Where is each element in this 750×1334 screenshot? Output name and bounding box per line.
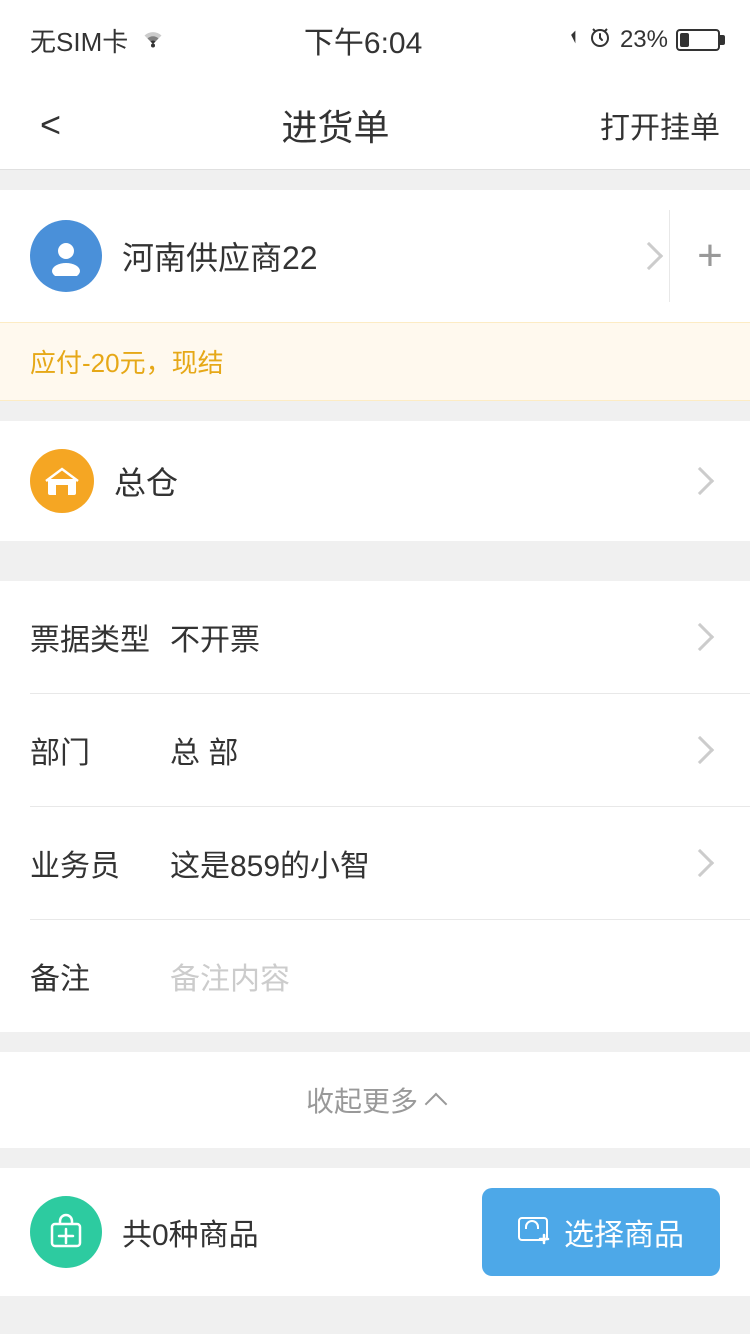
select-goods-label: 选择商品 [564,1210,684,1254]
supplier-section: 河南供应商22 + [0,190,750,322]
goods-icon [30,1196,102,1268]
page-title: 进货单 [282,99,390,151]
form-section: 票据类型 不开票 部门 总 部 业务员 这是859的小智 备注 备注内容 [0,581,750,1032]
remarks-input[interactable]: 备注内容 [170,954,720,998]
battery-percentage: 23% [620,26,668,54]
alarm-icon [588,25,612,56]
ticket-type-value: 不开票 [170,615,690,659]
notice-text: 应付-20元，现结 [30,348,224,378]
supplier-chevron-icon [635,242,663,270]
salesperson-value: 这是859的小智 [170,841,690,885]
warehouse-icon [30,449,94,513]
supplier-add-button[interactable]: + [670,190,750,322]
status-carrier: 无SIM卡 [30,22,168,59]
status-icons: 23% [558,25,720,56]
supplier-name: 河南供应商22 [122,233,639,279]
warehouse-name: 总仓 [114,458,690,504]
department-chevron-icon [686,736,714,764]
chevron-up-icon [425,1093,448,1116]
open-pending-button[interactable]: 打开挂单 [600,103,720,147]
ticket-type-label: 票据类型 [30,615,170,659]
remarks-row[interactable]: 备注 备注内容 [0,920,750,1032]
mid-separator [0,401,750,421]
collapse-text: 收起更多 [306,1080,418,1120]
department-row[interactable]: 部门 总 部 [0,694,750,806]
supplier-avatar [30,220,102,292]
collapse-row[interactable]: 收起更多 [0,1052,750,1148]
ticket-type-row[interactable]: 票据类型 不开票 [0,581,750,693]
department-label: 部门 [30,728,170,772]
form-separator [0,541,750,561]
salesperson-row[interactable]: 业务员 这是859的小智 [0,807,750,919]
supplier-selector[interactable]: 河南供应商22 [0,190,669,322]
warehouse-chevron-icon [686,467,714,495]
salesperson-chevron-icon [686,849,714,877]
bottom-bar: 共0种商品 选择商品 [0,1168,750,1296]
salesperson-label: 业务员 [30,841,170,885]
battery-icon [676,29,720,51]
ticket-type-chevron-icon [686,623,714,651]
notice-banner: 应付-20元，现结 [0,322,750,401]
nav-bar: < 进货单 打开挂单 [0,80,750,170]
carrier-text: 无SIM卡 [30,22,128,59]
goods-count: 共0种商品 [122,1210,482,1254]
warehouse-row[interactable]: 总仓 [0,421,750,541]
status-bar: 无SIM卡 下午6:04 23% [0,0,750,80]
main-content: 河南供应商22 + 应付-20元，现结 总仓 票据类型 不开票 [0,170,750,1296]
back-button[interactable]: < [30,94,71,156]
wifi-icon [138,26,168,55]
department-value: 总 部 [170,728,690,772]
top-separator [0,170,750,190]
remarks-label: 备注 [30,954,170,998]
select-goods-button[interactable]: 选择商品 [482,1188,720,1276]
status-time: 下午6:04 [304,18,422,62]
location-icon [558,26,580,55]
